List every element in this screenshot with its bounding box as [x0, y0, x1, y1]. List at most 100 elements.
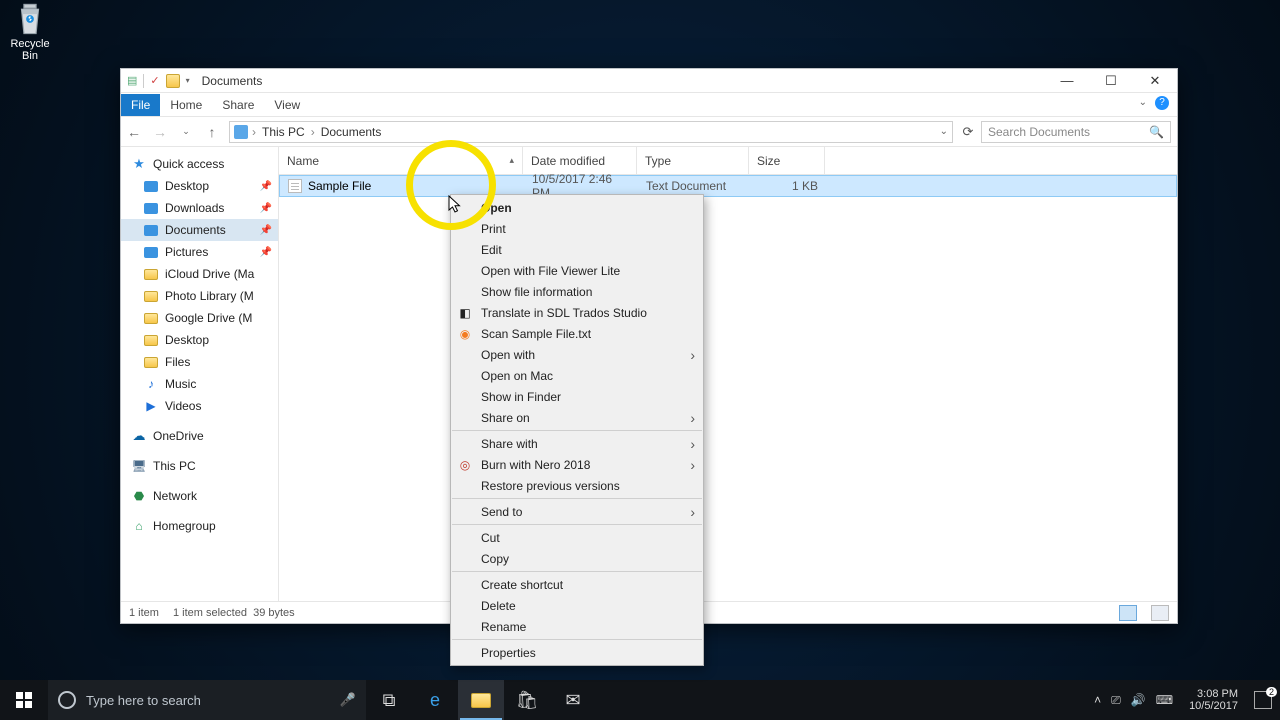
sidebar-item-documents[interactable]: Documents📌 [121, 219, 278, 241]
menu-delete[interactable]: Delete [451, 595, 703, 616]
menu-rename[interactable]: Rename [451, 616, 703, 637]
chevron-right-icon[interactable]: › [311, 125, 315, 139]
desktop-icon [143, 179, 159, 193]
taskbar-store[interactable]: 🛍 [504, 680, 550, 720]
crumb-thispc[interactable]: This PC [260, 125, 307, 139]
sidebar-homegroup[interactable]: ⌂Homegroup [121, 515, 278, 537]
ribbon-collapse-icon[interactable]: ⌄ [1139, 97, 1147, 108]
crumb-documents[interactable]: Documents [319, 125, 384, 139]
menu-open-mac[interactable]: Open on Mac [451, 365, 703, 386]
status-bytes: 39 bytes [253, 607, 295, 619]
pc-icon: 🖥 [131, 459, 147, 473]
tab-home[interactable]: Home [160, 94, 212, 116]
start-button[interactable] [0, 680, 48, 720]
menu-restore[interactable]: Restore previous versions [451, 475, 703, 496]
column-type[interactable]: Type [637, 147, 749, 174]
mic-icon[interactable]: 🎤 [340, 692, 356, 708]
recycle-bin-icon [15, 2, 45, 36]
sidebar-item-photolib[interactable]: Photo Library (M [121, 285, 278, 307]
menu-trados[interactable]: ◧Translate in SDL Trados Studio [451, 302, 703, 323]
sidebar-item-pictures[interactable]: Pictures📌 [121, 241, 278, 263]
sidebar-onedrive[interactable]: ☁OneDrive [121, 425, 278, 447]
file-name: Sample File [308, 179, 371, 193]
sidebar-quick-access[interactable]: ★Quick access [121, 153, 278, 175]
menu-nero[interactable]: ◎Burn with Nero 2018 [451, 454, 703, 475]
status-count: 1 item [129, 607, 159, 619]
file-list[interactable]: Name▴ Date modified Type Size Sample Fil… [279, 147, 1177, 601]
taskbar-clock[interactable]: 3:08 PM 10/5/2017 [1183, 688, 1244, 712]
sidebar-item-videos[interactable]: ▶Videos [121, 395, 278, 417]
taskbar-explorer[interactable] [458, 680, 504, 720]
sidebar-item-desktop2[interactable]: Desktop [121, 329, 278, 351]
qat-sep [143, 74, 144, 88]
pin-icon: 📌 [260, 247, 272, 258]
tray-keyboard-icon[interactable]: ⌨ [1156, 693, 1173, 707]
menu-share-with[interactable]: Share with [451, 433, 703, 454]
icons-view-button[interactable] [1151, 605, 1169, 621]
title-bar[interactable]: ▤ ✓ ▾ Documents — ☐ ✕ [121, 69, 1177, 93]
sidebar-item-desktop[interactable]: Desktop📌 [121, 175, 278, 197]
close-button[interactable]: ✕ [1133, 69, 1177, 93]
help-icon[interactable]: ? [1155, 96, 1169, 110]
menu-open-viewer[interactable]: Open with File Viewer Lite [451, 260, 703, 281]
menu-share-on[interactable]: Share on [451, 407, 703, 428]
text-file-icon [288, 179, 302, 193]
maximize-button[interactable]: ☐ [1089, 69, 1133, 93]
details-view-button[interactable] [1119, 605, 1137, 621]
up-button[interactable]: ↑ [199, 118, 225, 146]
sidebar-item-icloud[interactable]: iCloud Drive (Ma [121, 263, 278, 285]
menu-cut[interactable]: Cut [451, 527, 703, 548]
tab-share[interactable]: Share [212, 94, 264, 116]
taskbar-search[interactable]: Type here to search 🎤 [48, 680, 366, 720]
menu-edit[interactable]: Edit [451, 239, 703, 260]
column-size[interactable]: Size [749, 147, 825, 174]
menu-open-with[interactable]: Open with [451, 344, 703, 365]
menu-print[interactable]: Print [451, 218, 703, 239]
menu-show-info[interactable]: Show file information [451, 281, 703, 302]
search-icon[interactable]: 🔍 [1149, 125, 1164, 139]
properties-icon[interactable]: ▤ [127, 74, 137, 87]
task-view-button[interactable]: ⧉ [366, 680, 412, 720]
tray-overflow-icon[interactable]: ˄ [1094, 693, 1101, 707]
menu-shortcut[interactable]: Create shortcut [451, 574, 703, 595]
sidebar-item-downloads[interactable]: Downloads📌 [121, 197, 278, 219]
taskbar-mail[interactable]: ✉ [550, 680, 596, 720]
menu-separator [452, 571, 702, 572]
forward-button[interactable]: → [147, 118, 173, 146]
menu-scan[interactable]: ◉Scan Sample File.txt [451, 323, 703, 344]
menu-copy[interactable]: Copy [451, 548, 703, 569]
tray-volume-icon[interactable]: 🔊 [1131, 693, 1146, 707]
menu-open[interactable]: Open [451, 197, 703, 218]
search-input[interactable]: Search Documents 🔍 [981, 121, 1171, 143]
taskbar-edge[interactable]: e [412, 680, 458, 720]
qat-dropdown-icon[interactable]: ▾ [186, 76, 190, 85]
chevron-right-icon[interactable]: › [252, 125, 256, 139]
minimize-button[interactable]: — [1045, 69, 1089, 93]
recycle-bin[interactable]: Recycle Bin [2, 2, 58, 62]
tab-view[interactable]: View [264, 94, 310, 116]
sidebar-item-files[interactable]: Files [121, 351, 278, 373]
refresh-button[interactable]: ⟳ [957, 124, 979, 140]
sidebar-item-gdrive[interactable]: Google Drive (M [121, 307, 278, 329]
documents-icon [143, 223, 159, 237]
column-name[interactable]: Name▴ [279, 147, 523, 174]
sidebar-network[interactable]: ⬣Network [121, 485, 278, 507]
sidebar-thispc[interactable]: 🖥This PC [121, 455, 278, 477]
column-date[interactable]: Date modified [523, 147, 637, 174]
address-bar: ← → ⌄ ↑ › This PC › Documents ⌄ ⟳ Search… [121, 117, 1177, 147]
cortana-icon [58, 691, 76, 709]
sidebar-item-music[interactable]: ♪Music [121, 373, 278, 395]
menu-properties[interactable]: Properties [451, 642, 703, 663]
breadcrumb[interactable]: › This PC › Documents ⌄ [229, 121, 953, 143]
menu-show-finder[interactable]: Show in Finder [451, 386, 703, 407]
recent-dropdown-icon[interactable]: ⌄ [173, 118, 199, 146]
menu-send-to[interactable]: Send to [451, 501, 703, 522]
file-row[interactable]: Sample File 10/5/2017 2:46 PM Text Docum… [279, 175, 1177, 197]
address-dropdown-icon[interactable]: ⌄ [940, 126, 948, 137]
tab-file[interactable]: File [121, 94, 160, 116]
action-center-button[interactable]: 2 [1254, 691, 1272, 709]
tray-network-icon[interactable]: ⎚ [1111, 693, 1121, 708]
homegroup-icon: ⌂ [131, 519, 147, 533]
check-icon[interactable]: ✓ [150, 74, 159, 87]
back-button[interactable]: ← [121, 118, 147, 146]
